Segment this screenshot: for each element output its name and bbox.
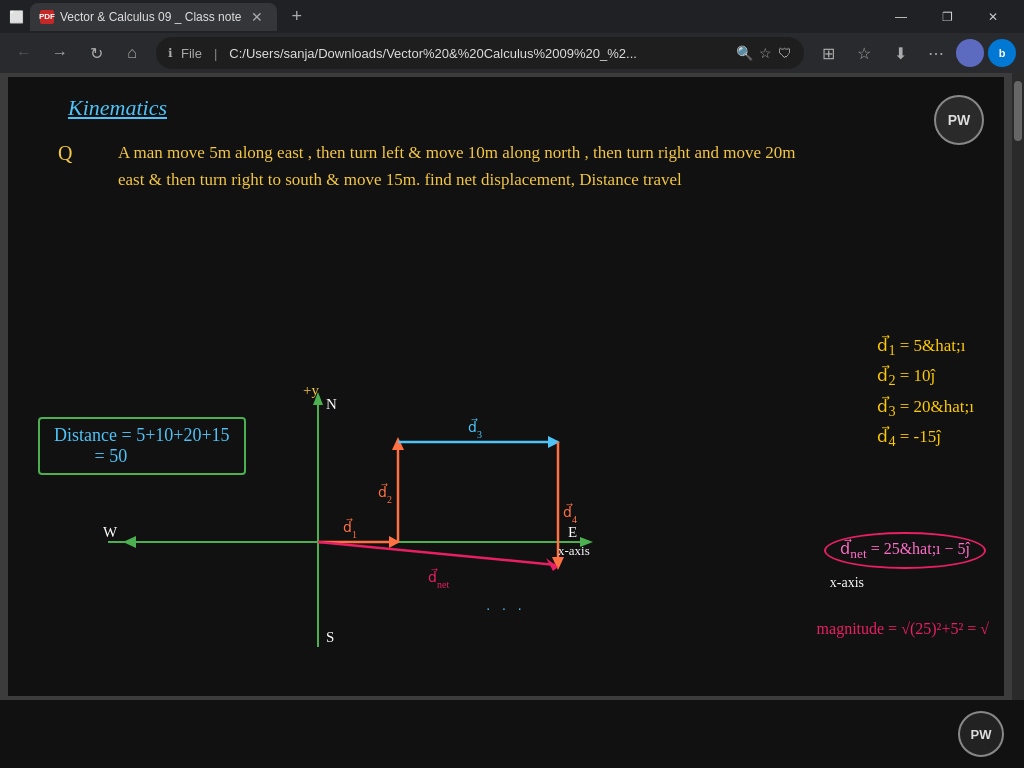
home-button[interactable]: ⌂ bbox=[116, 37, 148, 69]
maximize-button[interactable]: ❐ bbox=[924, 0, 970, 33]
decorative-dots: · · · bbox=[486, 600, 525, 616]
pw-logo-bottom: PW bbox=[958, 711, 1004, 757]
refresh-button[interactable]: ↻ bbox=[80, 37, 112, 69]
shield-icon[interactable]: 🛡 bbox=[778, 45, 792, 61]
svg-text:x-axis: x-axis bbox=[558, 543, 590, 558]
svg-text:N: N bbox=[326, 396, 337, 412]
star-icon[interactable]: ☆ bbox=[759, 45, 772, 61]
svg-text:d⃗4: d⃗4 bbox=[563, 503, 577, 525]
minimize-button[interactable]: — bbox=[878, 0, 924, 33]
svg-text:W: W bbox=[103, 524, 118, 540]
window-icon: ⬜ bbox=[8, 9, 24, 25]
svg-text:d⃗2: d⃗2 bbox=[378, 483, 392, 505]
browser-tab[interactable]: PDF Vector & Calculus 09 _ Class note ✕ bbox=[30, 3, 277, 31]
address-bar[interactable]: ℹ File | C:/Users/sanja/Downloads/Vector… bbox=[156, 37, 804, 69]
svg-marker-9 bbox=[123, 536, 136, 548]
close-button[interactable]: ✕ bbox=[970, 0, 1016, 33]
net-displacement-oval: d⃗net = 25&hat;ı − 5ĵ bbox=[824, 532, 986, 569]
address-text: C:/Users/sanja/Downloads/Vector%20&%20Ca… bbox=[229, 46, 728, 61]
scrollbar[interactable] bbox=[1012, 73, 1024, 700]
info-icon: ℹ bbox=[168, 46, 173, 60]
bing-button[interactable]: b bbox=[988, 39, 1016, 67]
file-label: File bbox=[181, 46, 202, 61]
new-tab-button[interactable]: + bbox=[283, 6, 310, 27]
pdf-container: Kinematics PW Q A man move 5m along east… bbox=[0, 73, 1024, 700]
d2-equation: d⃗2 = 10ĵ bbox=[877, 362, 974, 392]
bottom-bar: PW bbox=[0, 700, 1024, 768]
magnitude-line: magnitude = √(25)²+5² = √ bbox=[817, 620, 989, 638]
window-controls: — ❐ ✕ bbox=[878, 0, 1016, 33]
search-icon[interactable]: 🔍 bbox=[736, 45, 753, 61]
scrollbar-thumb[interactable] bbox=[1014, 81, 1022, 141]
svg-text:d⃗net: d⃗net bbox=[428, 568, 449, 590]
svg-text:E: E bbox=[568, 524, 577, 540]
pdf-tab-icon: PDF bbox=[40, 10, 54, 24]
address-actions: 🔍 ☆ 🛡 bbox=[736, 45, 792, 61]
address-separator: | bbox=[214, 46, 217, 61]
question-mark: Q bbox=[58, 142, 72, 165]
favorites-icon[interactable]: ☆ bbox=[848, 37, 880, 69]
downloads-icon[interactable]: ⬇ bbox=[884, 37, 916, 69]
svg-text:+y: +y bbox=[303, 387, 319, 398]
d4-equation: d⃗4 = -15ĵ bbox=[877, 423, 974, 453]
pw-logo-top: PW bbox=[934, 95, 984, 145]
tab-label: Vector & Calculus 09 _ Class note bbox=[60, 10, 241, 24]
svg-marker-14 bbox=[392, 437, 404, 450]
kinematics-heading: Kinematics bbox=[68, 95, 167, 121]
title-bar-left: ⬜ PDF Vector & Calculus 09 _ Class note … bbox=[8, 3, 310, 31]
browser-frame: ⬜ PDF Vector & Calculus 09 _ Class note … bbox=[0, 0, 1024, 768]
title-bar: ⬜ PDF Vector & Calculus 09 _ Class note … bbox=[0, 0, 1024, 33]
nav-right: ⊞ ☆ ⬇ ⋯ b bbox=[812, 37, 1016, 69]
x-axis-label: x-axis bbox=[830, 575, 864, 591]
profile-avatar[interactable] bbox=[956, 39, 984, 67]
forward-button[interactable]: → bbox=[44, 37, 76, 69]
back-button[interactable]: ← bbox=[8, 37, 40, 69]
svg-text:d⃗3: d⃗3 bbox=[468, 418, 482, 440]
question-text: A man move 5m along east , then turn lef… bbox=[118, 139, 814, 193]
d3-equation: d⃗3 = 20&hat;ı bbox=[877, 393, 974, 423]
more-button[interactable]: ⋯ bbox=[920, 37, 952, 69]
svg-line-22 bbox=[318, 542, 556, 565]
pdf-page: Kinematics PW Q A man move 5m along east… bbox=[8, 77, 1004, 696]
svg-text:d⃗1: d⃗1 bbox=[343, 518, 357, 540]
nav-bar: ← → ↻ ⌂ ℹ File | C:/Users/sanja/Download… bbox=[0, 33, 1024, 73]
collections-icon[interactable]: ⊞ bbox=[812, 37, 844, 69]
tab-close-button[interactable]: ✕ bbox=[247, 7, 267, 27]
vector-equations: d⃗1 = 5&hat;ı d⃗2 = 10ĵ d⃗3 = 20&hat;ı d… bbox=[877, 332, 974, 454]
svg-text:S: S bbox=[326, 629, 334, 645]
d1-equation: d⃗1 = 5&hat;ı bbox=[877, 332, 974, 362]
diagram-svg: +y N S E W d⃗1 d⃗2 d⃗3 bbox=[98, 387, 698, 667]
